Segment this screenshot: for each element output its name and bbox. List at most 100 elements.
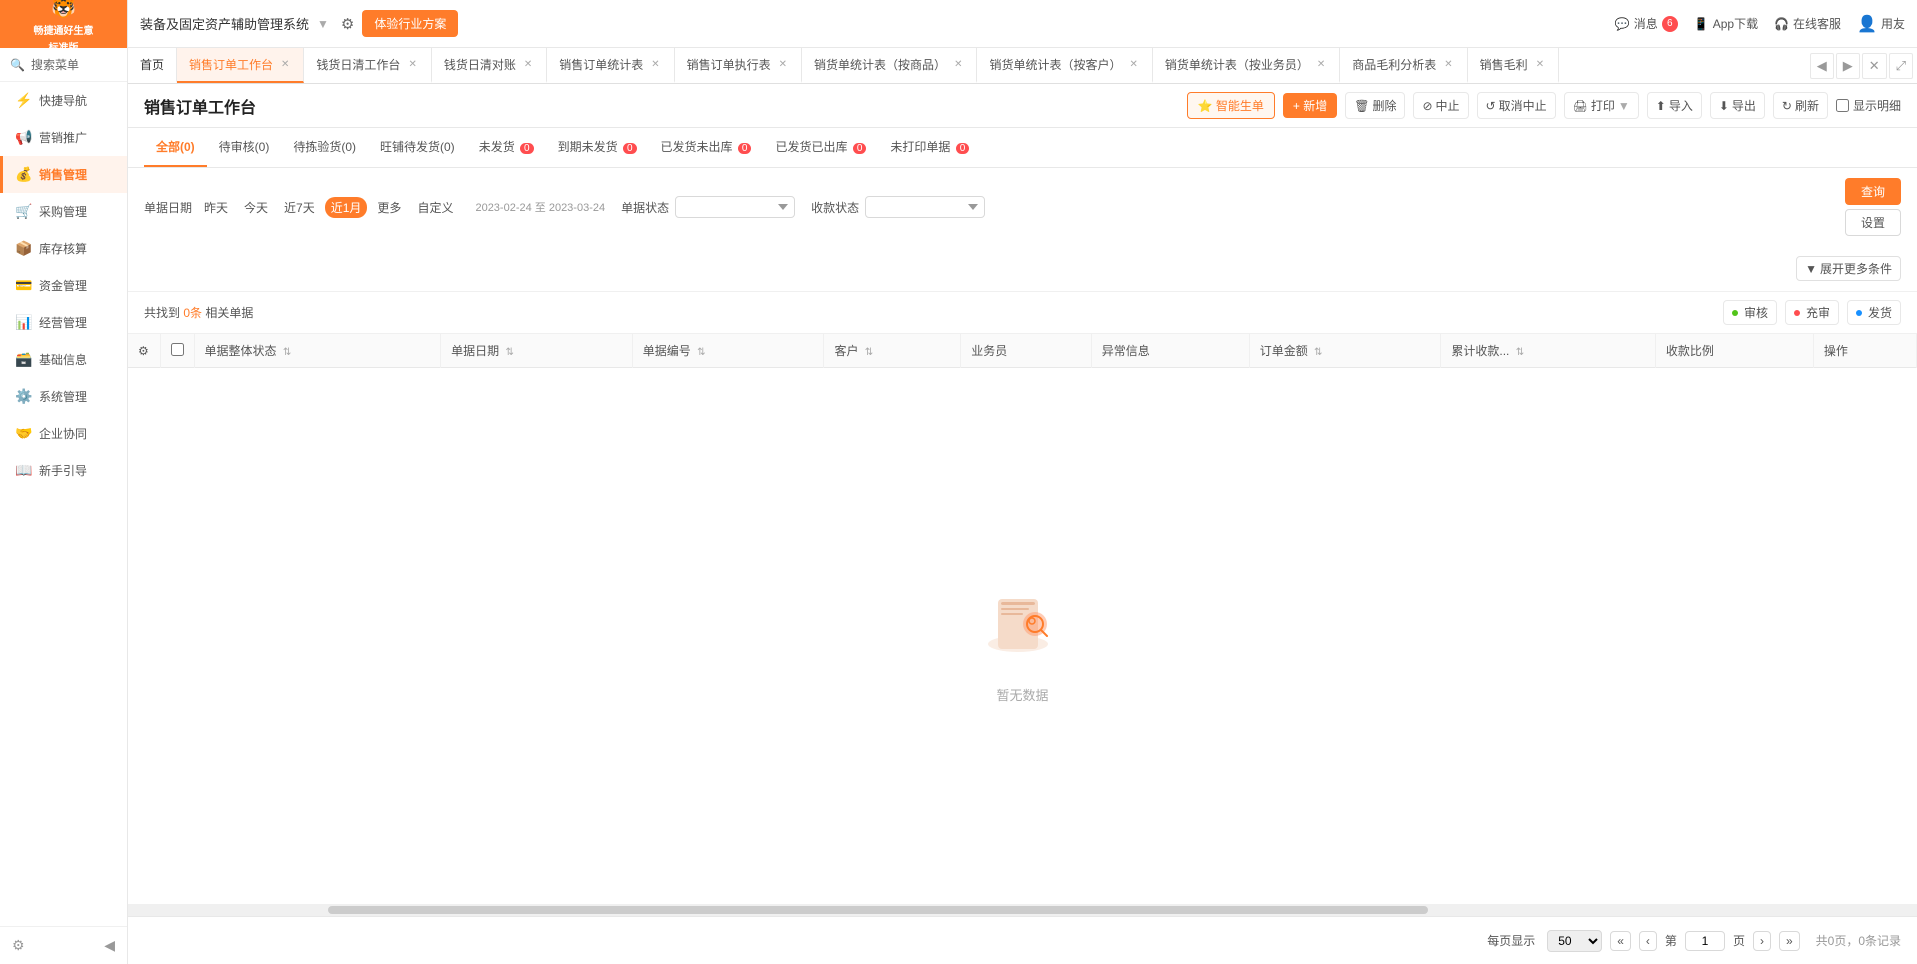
page-input[interactable] xyxy=(1685,931,1725,951)
set-btn[interactable]: 设置 xyxy=(1845,209,1901,236)
tab-label: 钱货日清工作台 xyxy=(316,56,400,73)
date-option-yesterday[interactable]: 昨天 xyxy=(198,197,234,218)
date-option-1month[interactable]: 近1月 xyxy=(325,197,368,218)
tab-next-btn[interactable]: ▶ xyxy=(1836,53,1860,79)
tab-close-product[interactable]: ✕ xyxy=(952,59,964,70)
tab-sales-summary-product[interactable]: 销货单统计表（按商品） ✕ xyxy=(802,48,977,83)
subtab-shipped-not-out[interactable]: 已发货未出库 0 xyxy=(649,128,764,167)
export-btn[interactable]: ⬇ 导出 xyxy=(1710,92,1765,119)
col-amount[interactable]: 订单金额 ⇅ xyxy=(1249,334,1441,368)
select-all-checkbox[interactable] xyxy=(171,343,184,356)
tab-cash-reconcile[interactable]: 钱货日清对账 ✕ xyxy=(432,48,547,83)
date-option-more[interactable]: 更多 xyxy=(371,197,407,218)
revoke-btn[interactable]: 充审 xyxy=(1785,300,1839,325)
show-detail-checkbox[interactable]: 显示明细 xyxy=(1836,97,1901,114)
date-option-7days[interactable]: 近7天 xyxy=(278,197,321,218)
delete-btn[interactable]: 🗑 删除 xyxy=(1345,92,1405,119)
tab-close-sales-exec[interactable]: ✕ xyxy=(777,59,789,70)
col-collected[interactable]: 累计收款... ⇅ xyxy=(1441,334,1656,368)
tab-prev-btn[interactable]: ◀ xyxy=(1810,53,1834,79)
col-staff[interactable]: 业务员 xyxy=(961,334,1092,368)
user-btn[interactable]: 👤 用友 xyxy=(1857,14,1905,34)
tab-close-sales-stats[interactable]: ✕ xyxy=(649,59,661,70)
sidebar-item-inventory[interactable]: 📦 库存核算 xyxy=(0,230,127,267)
tab-close-customer[interactable]: ✕ xyxy=(1127,59,1139,70)
sidebar-item-purchase[interactable]: 🛒 采购管理 xyxy=(0,193,127,230)
date-option-custom[interactable]: 自定义 xyxy=(411,197,459,218)
message-btn[interactable]: 💬 消息 6 xyxy=(1615,15,1678,32)
sidebar-item-basic[interactable]: 🗃️ 基础信息 xyxy=(0,341,127,378)
suspend-btn[interactable]: ⊘ 中止 xyxy=(1413,92,1468,119)
settings-bottom-icon[interactable]: ⚙ xyxy=(12,937,25,954)
sidebar-item-operations[interactable]: 📊 经营管理 xyxy=(0,304,127,341)
hscroll-bar[interactable] xyxy=(128,904,1917,916)
status-filter-select[interactable] xyxy=(675,196,795,218)
audit-btn[interactable]: 审核 xyxy=(1723,300,1777,325)
sidebar-item-guide[interactable]: 📖 新手引导 xyxy=(0,452,127,489)
prev-page-btn[interactable]: ‹ xyxy=(1639,931,1657,951)
tab-close-gross[interactable]: ✕ xyxy=(1442,59,1454,70)
tab-fullscreen-btn[interactable]: ⤢ xyxy=(1889,53,1913,79)
col-date[interactable]: 单据日期 ⇅ xyxy=(441,334,633,368)
subtab-wangpu-ship[interactable]: 旺铺待发货(0) xyxy=(368,128,467,167)
ship-btn[interactable]: 发货 xyxy=(1847,300,1901,325)
tab-sales-stats[interactable]: 销售订单统计表 ✕ xyxy=(547,48,674,83)
first-page-btn[interactable]: « xyxy=(1610,931,1631,951)
col-checkbox[interactable] xyxy=(160,334,194,368)
system-dropdown-arrow[interactable]: ▼ xyxy=(317,17,329,31)
hscroll-thumb[interactable] xyxy=(328,906,1428,914)
tab-close-profit[interactable]: ✕ xyxy=(1534,59,1546,70)
smart-btn[interactable]: ⭐ 智能生单 xyxy=(1187,92,1275,119)
tab-sales-exec[interactable]: 销售订单执行表 ✕ xyxy=(675,48,802,83)
print-dropdown-icon: ▼ xyxy=(1618,99,1630,113)
tab-cash-daily[interactable]: 钱货日清工作台 ✕ xyxy=(304,48,431,83)
tab-close-cash-reconcile[interactable]: ✕ xyxy=(522,59,534,70)
subtab-unshipped[interactable]: 未发货 0 xyxy=(467,128,546,167)
tab-close-cash-daily[interactable]: ✕ xyxy=(406,59,418,70)
cancel-suspend-btn[interactable]: ↺ 取消中止 xyxy=(1477,92,1556,119)
sidebar-item-marketing[interactable]: 📢 营销推广 xyxy=(0,119,127,156)
tab-sales-workbench[interactable]: 销售订单工作台 ✕ xyxy=(177,48,304,83)
tab-sales-summary-customer[interactable]: 销货单统计表（按客户） ✕ xyxy=(977,48,1152,83)
sidebar-item-sales[interactable]: 💰 销售管理 xyxy=(0,156,127,193)
sidebar-item-quick-nav[interactable]: ⚡ 快捷导航 xyxy=(0,82,127,119)
online-service-btn[interactable]: 🎧 在线客服 xyxy=(1774,15,1841,32)
experience-btn[interactable]: 体验行业方案 xyxy=(362,10,458,37)
col-status[interactable]: 单据整体状态 ⇅ xyxy=(194,334,441,368)
collapse-icon[interactable]: ◀ xyxy=(104,937,115,954)
tab-gross-profit[interactable]: 商品毛利分析表 ✕ xyxy=(1340,48,1467,83)
last-page-btn[interactable]: » xyxy=(1779,931,1800,951)
tab-close-staff[interactable]: ✕ xyxy=(1315,59,1327,70)
subtab-shipped-out[interactable]: 已发货已出库 0 xyxy=(763,128,878,167)
refresh-btn[interactable]: ↻ 刷新 xyxy=(1773,92,1828,119)
import-btn[interactable]: ⬆ 导入 xyxy=(1647,92,1702,119)
sidebar-item-enterprise[interactable]: 🤝 企业协同 xyxy=(0,415,127,452)
subtab-pending-inspect[interactable]: 待拣验货(0) xyxy=(281,128,368,167)
expand-conditions-btn[interactable]: ▼ 展开更多条件 xyxy=(1796,256,1901,281)
tab-home[interactable]: 首页 xyxy=(128,48,177,83)
per-page-select[interactable]: 10 20 50 100 xyxy=(1547,930,1602,952)
search-menu[interactable]: 🔍 搜索菜单 xyxy=(0,48,127,82)
topbar-settings-icon[interactable]: ⚙ xyxy=(341,15,354,33)
subtab-all[interactable]: 全部(0) xyxy=(144,128,207,167)
tab-close-sales-workbench[interactable]: ✕ xyxy=(279,59,291,70)
new-btn[interactable]: + 新增 xyxy=(1283,93,1337,118)
tab-close-all-btn[interactable]: ✕ xyxy=(1862,53,1887,79)
subtab-overdue-unshipped[interactable]: 到期未发货 0 xyxy=(546,128,649,167)
show-detail-input[interactable] xyxy=(1836,99,1849,112)
date-option-today[interactable]: 今天 xyxy=(238,197,274,218)
tab-sales-profit[interactable]: 销售毛利 ✕ xyxy=(1468,48,1559,83)
subtab-unprinted[interactable]: 未打印单据 0 xyxy=(878,128,981,167)
subtab-pending-review[interactable]: 待审核(0) xyxy=(207,128,282,167)
next-page-btn[interactable]: › xyxy=(1753,931,1771,951)
print-btn[interactable]: 🖨 打印 ▼ xyxy=(1564,92,1639,119)
payment-filter-select[interactable] xyxy=(865,196,985,218)
app-download-btn[interactable]: 📱 App下载 xyxy=(1694,15,1758,32)
query-btn[interactable]: 查询 xyxy=(1845,178,1901,205)
col-customer[interactable]: 客户 ⇅ xyxy=(824,334,961,368)
col-settings[interactable]: ⚙ xyxy=(128,334,160,368)
sidebar-item-system[interactable]: ⚙️ 系统管理 xyxy=(0,378,127,415)
col-number[interactable]: 单据编号 ⇅ xyxy=(632,334,824,368)
tab-sales-summary-staff[interactable]: 销货单统计表（按业务员） ✕ xyxy=(1153,48,1340,83)
sidebar-item-finance[interactable]: 💳 资金管理 xyxy=(0,267,127,304)
